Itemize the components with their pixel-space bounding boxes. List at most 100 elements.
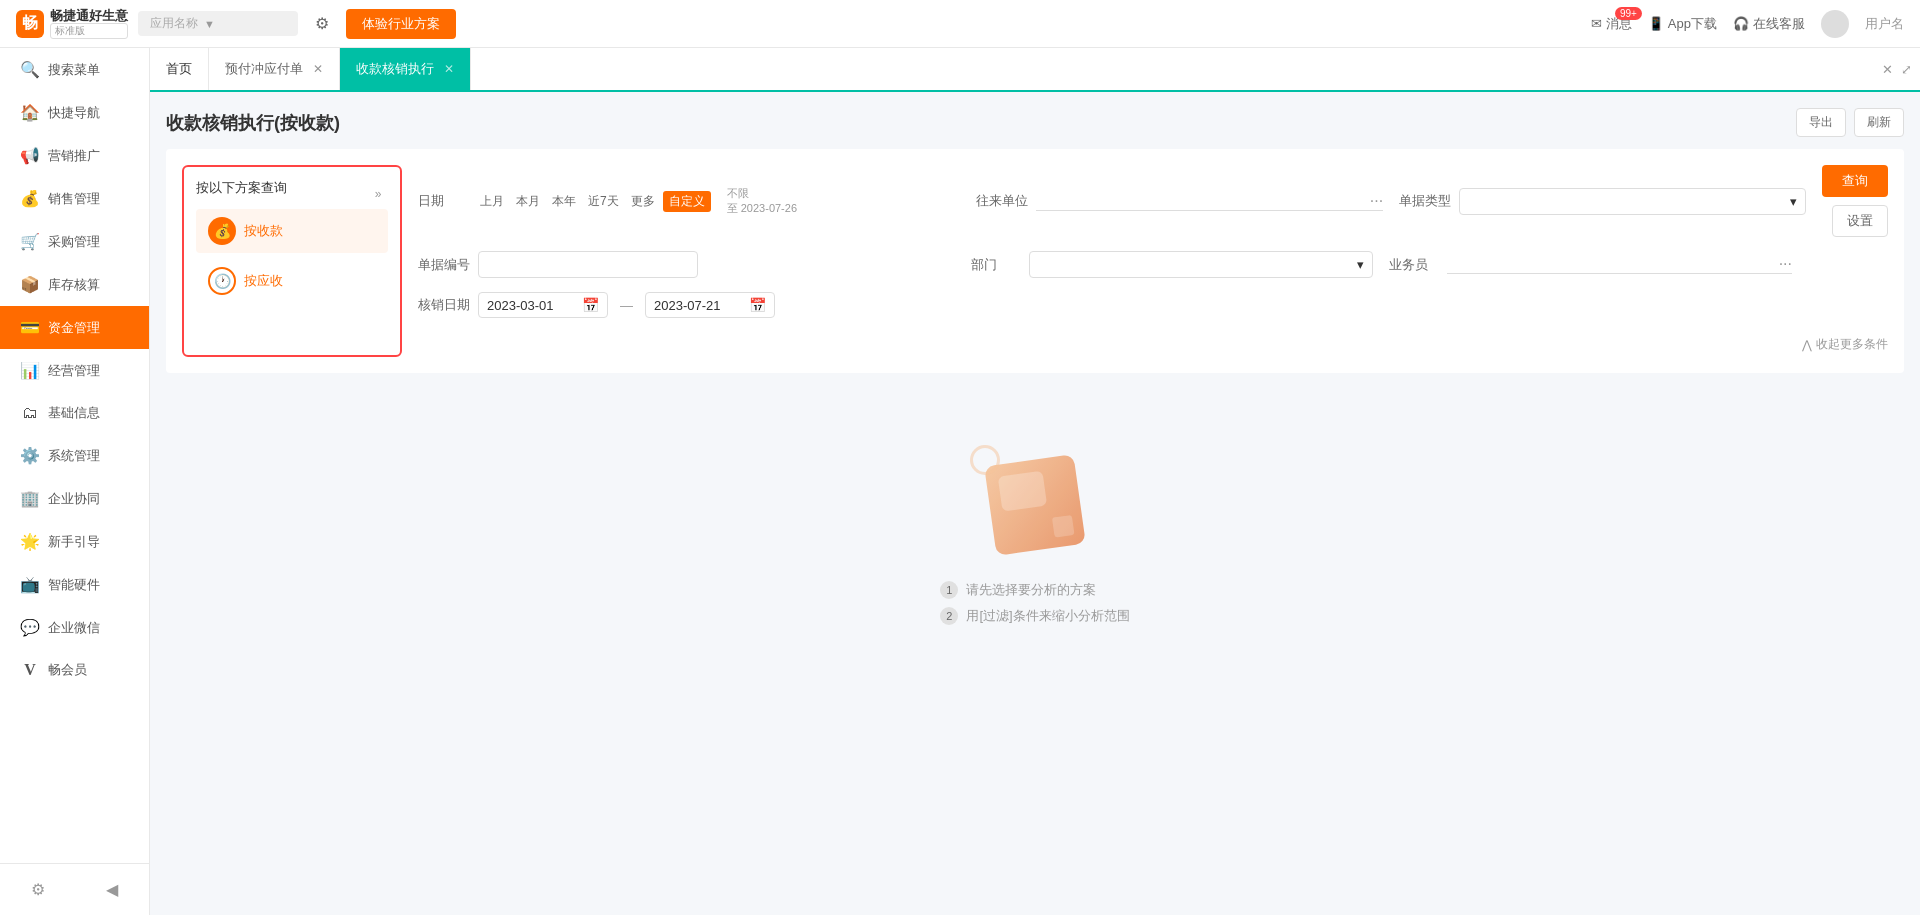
- date-unlimited: 不限: [727, 186, 797, 201]
- solution-button[interactable]: 体验行业方案: [346, 9, 456, 39]
- calendar-start-icon[interactable]: 📅: [582, 297, 599, 313]
- card-icon: 💳: [20, 318, 40, 337]
- writeoff-end-date[interactable]: 2023-07-21 📅: [645, 292, 775, 318]
- chevron-down-doc-icon: ▾: [1790, 194, 1797, 209]
- sidebar-item-base-info[interactable]: 🗂 基础信息: [0, 392, 149, 434]
- page-header: 收款核销执行(按收款) 导出 刷新: [166, 108, 1904, 137]
- sidebar-item-operation[interactable]: 📊 经营管理: [0, 349, 149, 392]
- star-icon: 🌟: [20, 532, 40, 551]
- tab-spacer: [471, 48, 1874, 90]
- sidebar-item-inventory[interactable]: 📦 库存核算: [0, 263, 149, 306]
- sidebar-item-member[interactable]: V 畅会员: [0, 649, 149, 691]
- top-bar-left: 畅 畅捷通好生意 标准版 应用名称 ▼ ⚙ 体验行业方案: [16, 8, 456, 40]
- filter-settings-button[interactable]: 设置: [1832, 205, 1888, 237]
- tab-collection-label: 收款核销执行: [356, 60, 434, 78]
- sidebar-item-wechat[interactable]: 💬 企业微信: [0, 606, 149, 649]
- sidebar-item-enterprise[interactable]: 🏢 企业协同: [0, 477, 149, 520]
- filter-group-doc-number: 单据编号: [418, 251, 955, 278]
- sidebar-item-quick-nav[interactable]: 🏠 快捷导航: [0, 91, 149, 134]
- filter-option-by-receivable[interactable]: 🕐 按应收: [196, 259, 388, 303]
- brand-name: 畅捷通好生意: [50, 8, 128, 24]
- tab-collection[interactable]: 收款核销执行 ✕: [340, 48, 471, 90]
- doc-number-label: 单据编号: [418, 256, 470, 274]
- filter-group-doc-type: 单据类型 ▾: [1399, 188, 1806, 215]
- sidebar-bottom: ⚙ ◀: [0, 863, 149, 915]
- page-title: 收款核销执行(按收款): [166, 111, 340, 135]
- shortcut-7days[interactable]: 近7天: [584, 191, 623, 212]
- receivable-icon: 🕐: [208, 267, 236, 295]
- megaphone-icon: 📢: [20, 146, 40, 165]
- refresh-button[interactable]: 刷新: [1854, 108, 1904, 137]
- filter-group-department: 部门 ▾: [971, 251, 1374, 278]
- sidebar-item-system[interactable]: ⚙️ 系统管理: [0, 434, 149, 477]
- step-2-num: 2: [940, 607, 958, 625]
- sidebar-item-finance[interactable]: 💳 资金管理: [0, 306, 149, 349]
- customer-service-button[interactable]: 🎧 在线客服: [1733, 15, 1805, 33]
- shortcut-more[interactable]: 更多: [627, 191, 659, 212]
- tab-collection-close[interactable]: ✕: [444, 62, 454, 76]
- search-icon: 🔍: [20, 60, 40, 79]
- app-download-button[interactable]: 📱 App下载: [1648, 15, 1717, 33]
- tab-expand-icon[interactable]: ⤢: [1901, 62, 1912, 77]
- filter-right-panel: 日期 上月 本月 本年 近7天 更多 自定义 不限 至: [418, 165, 1888, 357]
- chevron-down-icon: ▼: [204, 18, 215, 30]
- app-name-input[interactable]: 应用名称 ▼: [138, 11, 298, 36]
- collapse-more-label: 收起更多条件: [1816, 336, 1888, 353]
- filter-actions: 查询 设置: [1822, 165, 1888, 237]
- doc-number-input[interactable]: [478, 251, 698, 278]
- sidebar-settings-button[interactable]: ⚙: [23, 872, 53, 907]
- page-content: 收款核销执行(按收款) 导出 刷新 按以下方案查询 » 💰 按收款: [150, 92, 1920, 915]
- empty-illustration: [970, 445, 1100, 565]
- doc-type-select[interactable]: ▾: [1459, 188, 1806, 215]
- sidebar-item-sales[interactable]: 💰 销售管理: [0, 177, 149, 220]
- calendar-end-icon[interactable]: 📅: [749, 297, 766, 313]
- filter-option-by-receipt[interactable]: 💰 按收款: [196, 209, 388, 253]
- tab-prepay[interactable]: 预付冲应付单 ✕: [209, 48, 340, 90]
- collapse-more-btn[interactable]: ⋀ 收起更多条件: [418, 332, 1888, 357]
- shortcut-this-year[interactable]: 本年: [548, 191, 580, 212]
- counterparty-more-btn[interactable]: ···: [1370, 192, 1383, 210]
- department-select[interactable]: ▾: [1029, 251, 1374, 278]
- shortcut-custom[interactable]: 自定义: [663, 191, 711, 212]
- empty-state: 1 请先选择要分析的方案 2 用[过滤]条件来缩小分析范围: [166, 385, 1904, 693]
- tab-close-all-icon[interactable]: ✕: [1882, 62, 1893, 77]
- shortcut-last-month[interactable]: 上月: [476, 191, 508, 212]
- tab-prepay-label: 预付冲应付单: [225, 60, 303, 78]
- writeoff-date-label: 核销日期: [418, 296, 470, 314]
- sidebar-collapse-button[interactable]: ◀: [98, 872, 126, 907]
- filter-row-1: 日期 上月 本月 本年 近7天 更多 自定义 不限 至: [418, 165, 1888, 237]
- shortcut-this-month[interactable]: 本月: [512, 191, 544, 212]
- query-button[interactable]: 查询: [1822, 165, 1888, 197]
- system-icon: ⚙️: [20, 446, 40, 465]
- sidebar-item-search-menu[interactable]: 🔍 搜索菜单: [0, 48, 149, 91]
- folder-icon: 🗂: [20, 404, 40, 422]
- app-name-text: 应用名称: [150, 15, 198, 32]
- tab-bar: 首页 预付冲应付单 ✕ 收款核销执行 ✕ ✕ ⤢: [150, 48, 1920, 92]
- writeoff-start-date[interactable]: 2023-03-01 📅: [478, 292, 608, 318]
- message-icon: ✉: [1591, 16, 1602, 31]
- sidebar-item-smart-hw[interactable]: 📺 智能硬件: [0, 563, 149, 606]
- tv-icon: 📺: [20, 575, 40, 594]
- user-avatar[interactable]: [1821, 10, 1849, 38]
- messages-button[interactable]: ✉ 消息 99+: [1591, 15, 1632, 33]
- filter-collapse-icon[interactable]: »: [368, 187, 388, 201]
- export-button[interactable]: 导出: [1796, 108, 1846, 137]
- sidebar-item-marketing[interactable]: 📢 营销推广: [0, 134, 149, 177]
- settings-icon[interactable]: ⚙: [308, 10, 336, 38]
- tab-prepay-close[interactable]: ✕: [313, 62, 323, 76]
- edition-badge: 标准版: [50, 23, 128, 39]
- filter-left-panel: 按以下方案查询 » 💰 按收款 🕐 按应收: [182, 165, 402, 357]
- collapse-arrow-icon: ⋀: [1802, 338, 1812, 352]
- top-bar-right: ✉ 消息 99+ 📱 App下载 🎧 在线客服 用户名: [1591, 10, 1904, 38]
- sidebar-item-purchase[interactable]: 🛒 采购管理: [0, 220, 149, 263]
- step-1-text: 请先选择要分析的方案: [966, 581, 1096, 599]
- empty-box-highlight: [998, 471, 1047, 512]
- salesperson-more-btn[interactable]: ···: [1779, 255, 1792, 273]
- tab-home-label: 首页: [166, 60, 192, 78]
- counterparty-label: 往来单位: [976, 192, 1028, 210]
- empty-deco-1: [970, 445, 1000, 475]
- sidebar-item-guide[interactable]: 🌟 新手引导: [0, 520, 149, 563]
- top-bar: 畅 畅捷通好生意 标准版 应用名称 ▼ ⚙ 体验行业方案 ✉ 消息 99+ 📱 …: [0, 0, 1920, 48]
- tab-home[interactable]: 首页: [150, 48, 209, 90]
- tab-controls: ✕ ⤢: [1874, 48, 1920, 90]
